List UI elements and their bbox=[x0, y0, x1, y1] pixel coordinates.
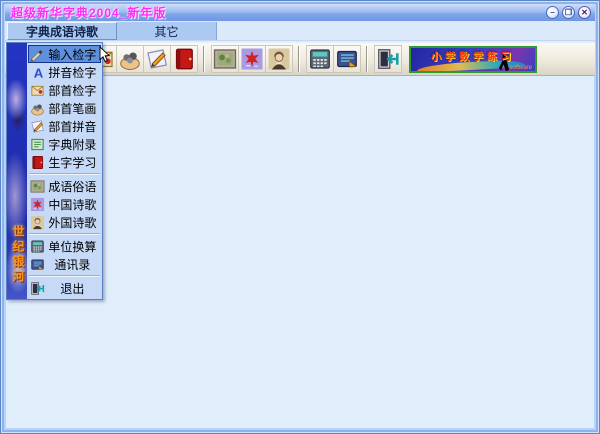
toolbar-button-chinese-poetry[interactable] bbox=[238, 45, 266, 73]
garden-frame-icon bbox=[30, 179, 46, 194]
toolbar-button-exit[interactable] bbox=[374, 45, 402, 73]
toolbar-separator bbox=[366, 46, 368, 72]
toolbar-button-radical-pinyin[interactable] bbox=[143, 45, 171, 73]
exit-door-icon bbox=[376, 47, 400, 71]
menu-item-label: 退出 bbox=[60, 281, 85, 296]
toolbar-separator bbox=[203, 46, 205, 72]
menu-item-label: 中国诗歌 bbox=[48, 197, 97, 212]
red-book-icon bbox=[30, 155, 46, 170]
menu-item-exit[interactable]: 退出 bbox=[28, 279, 101, 297]
minimize-button[interactable]: – bbox=[546, 6, 559, 19]
hand-stones-icon bbox=[30, 101, 46, 116]
menu-item-label: 拼音检字 bbox=[48, 65, 97, 80]
menu-item-unit-conversion[interactable]: 单位换算 bbox=[28, 237, 101, 255]
hand-stones-icon bbox=[118, 47, 142, 71]
portrait-icon bbox=[30, 215, 46, 230]
menu-item-label: 成语俗语 bbox=[48, 179, 97, 194]
toolbar-button-radical-strokes[interactable] bbox=[116, 45, 144, 73]
maple-leaf-icon bbox=[30, 197, 46, 212]
garden-frame-icon bbox=[213, 47, 237, 71]
mouse-cursor bbox=[99, 46, 111, 64]
toolbar-button-idioms[interactable] bbox=[211, 45, 239, 73]
menu-separator bbox=[28, 275, 100, 277]
banner-subtext: software bbox=[509, 64, 532, 71]
brush-pen-icon bbox=[30, 47, 46, 62]
menu-item-input-lookup[interactable]: 输入检字 bbox=[27, 45, 101, 63]
menu-item-label: 外国诗歌 bbox=[48, 215, 97, 230]
menu-item-label: 输入检字 bbox=[48, 47, 97, 62]
ad-banner[interactable]: 小学数学练习 software bbox=[409, 45, 537, 73]
menu-item-address-book[interactable]: 通讯录 bbox=[28, 255, 101, 273]
menu-item-label: 部首拼音 bbox=[48, 119, 97, 134]
menu-tab-other[interactable]: 其它 bbox=[117, 22, 217, 40]
menu-item-radical-strokes[interactable]: 部首笔画 bbox=[28, 99, 101, 117]
seal-paper-icon bbox=[30, 83, 46, 98]
menu-item-dictionary-appendix[interactable]: 字典附录 bbox=[28, 135, 101, 153]
toolbar-button-unit-conversion[interactable] bbox=[306, 45, 334, 73]
menu-item-label: 部首检字 bbox=[48, 83, 97, 98]
toolbar-button-foreign-poetry[interactable] bbox=[265, 45, 293, 73]
scroll-pencil-icon bbox=[145, 47, 169, 71]
window-controls: – ❐ ✕ bbox=[546, 6, 595, 19]
calculator-icon bbox=[308, 47, 332, 71]
menu-item-pinyin-lookup[interactable]: 拼音检字 bbox=[28, 63, 101, 81]
menu-tab-dictionary[interactable]: 字典成语诗歌 bbox=[7, 22, 117, 40]
menu-item-idioms-sayings[interactable]: 成语俗语 bbox=[28, 177, 101, 195]
app-window: 超级新华字典2004_新年版 – ❐ ✕ 字典成语诗歌 其它 小学数学练习 so… bbox=[0, 0, 600, 434]
dictionary-menu-dropdown: 世纪银河 输入检字 拼音检字 部首检字 部首笔画 部首拼音 字典附录 生字学习 … bbox=[6, 42, 103, 300]
red-book-icon bbox=[172, 47, 196, 71]
menu-separator bbox=[28, 173, 100, 175]
close-button[interactable]: ✕ bbox=[578, 6, 591, 19]
menu-item-label: 通讯录 bbox=[54, 257, 91, 272]
menu-item-radical-lookup[interactable]: 部首检字 bbox=[28, 81, 101, 99]
menu-item-label: 生字学习 bbox=[48, 155, 97, 170]
address-book-icon bbox=[335, 47, 359, 71]
menu-separator bbox=[28, 233, 100, 235]
toolbar-button-new-character-study[interactable] bbox=[170, 45, 198, 73]
letter-a-icon bbox=[30, 65, 46, 80]
menu-calligraphy-art: 世纪银河 bbox=[7, 43, 27, 299]
menu-item-chinese-poetry[interactable]: 中国诗歌 bbox=[28, 195, 101, 213]
menu-item-foreign-poetry[interactable]: 外国诗歌 bbox=[28, 213, 101, 231]
menu-art-text: 世纪银河 bbox=[11, 225, 25, 285]
banner-text: 小学数学练习 bbox=[431, 51, 515, 63]
menu-item-label: 字典附录 bbox=[48, 137, 97, 152]
toolbar-separator bbox=[298, 46, 300, 72]
calculator-icon bbox=[30, 239, 46, 254]
menu-item-radical-pinyin[interactable]: 部首拼音 bbox=[28, 117, 101, 135]
scroll-pencil-icon bbox=[30, 119, 46, 134]
maximize-button[interactable]: ❐ bbox=[562, 6, 575, 19]
toolbar-button-address-book[interactable] bbox=[333, 45, 361, 73]
address-book-icon bbox=[30, 257, 46, 272]
menu-item-list: 输入检字 拼音检字 部首检字 部首笔画 部首拼音 字典附录 生字学习 成语俗语 … bbox=[26, 43, 102, 299]
exit-door-icon bbox=[30, 281, 46, 296]
menu-bar: 字典成语诗歌 其它 bbox=[5, 21, 595, 41]
menu-item-label: 部首笔画 bbox=[48, 101, 97, 116]
title-bar[interactable]: 超级新华字典2004_新年版 – ❐ ✕ bbox=[5, 4, 595, 21]
portrait-icon bbox=[267, 47, 291, 71]
menu-item-label: 单位换算 bbox=[48, 239, 97, 254]
menu-item-new-character-study[interactable]: 生字学习 bbox=[28, 153, 101, 171]
window-title: 超级新华字典2004_新年版 bbox=[11, 6, 167, 20]
green-notes-icon bbox=[30, 137, 46, 152]
maple-leaf-icon bbox=[240, 47, 264, 71]
